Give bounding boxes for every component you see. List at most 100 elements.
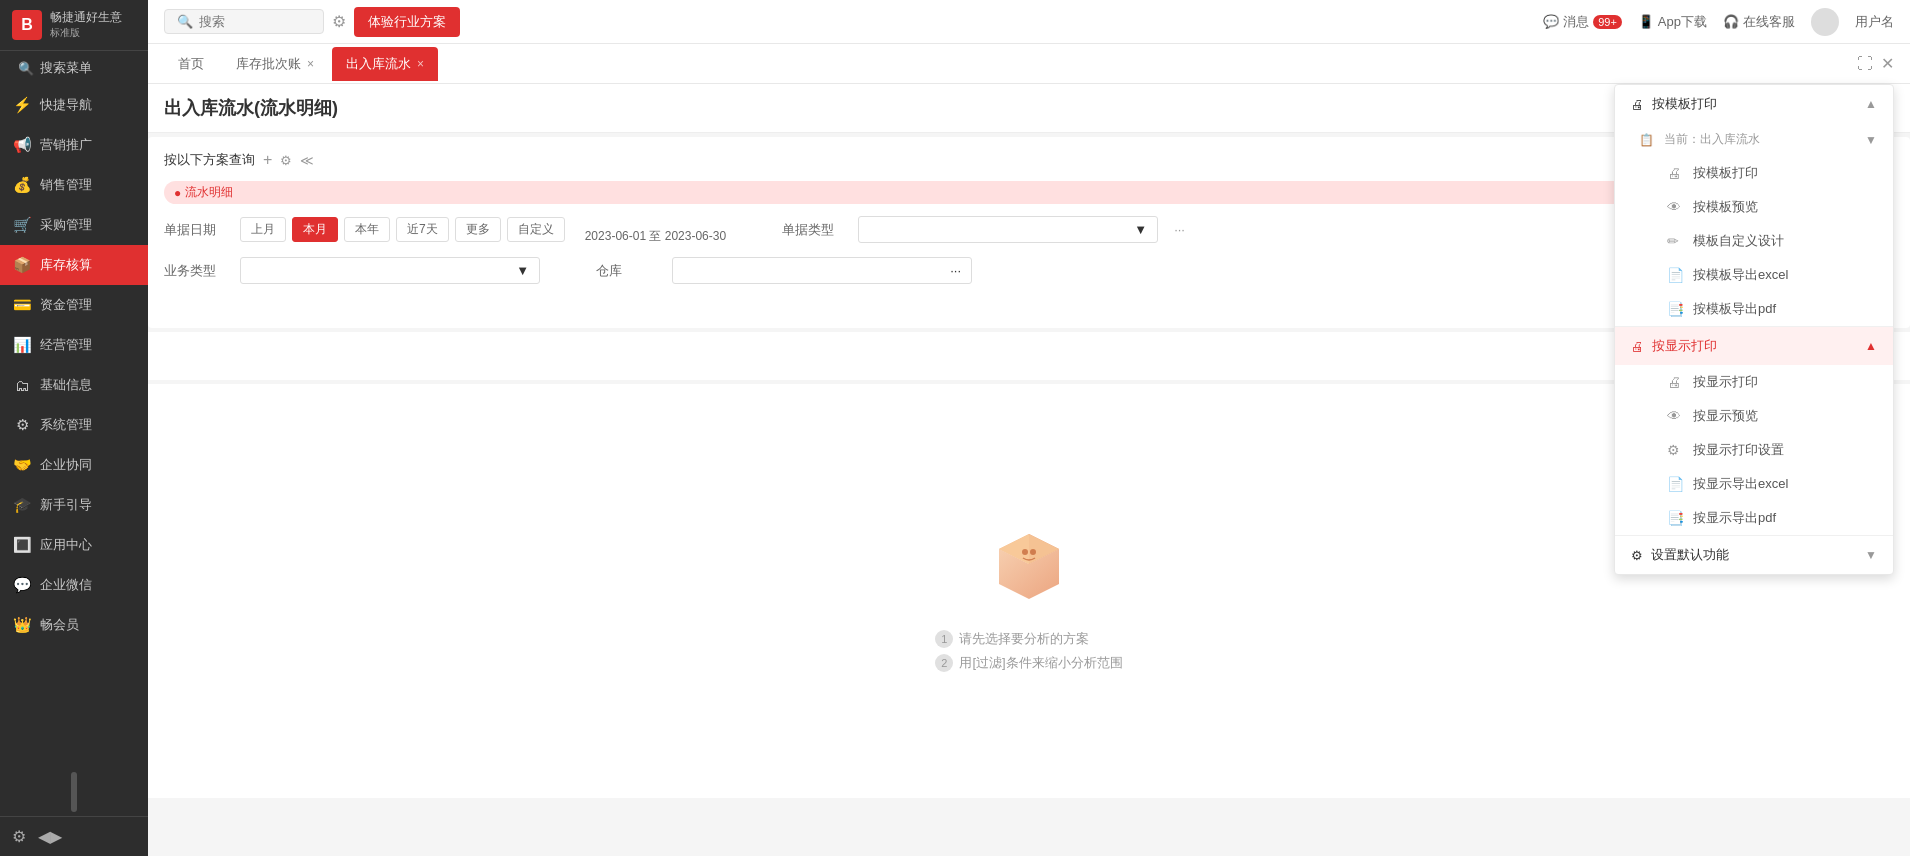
sidebar-item-wechat[interactable]: 💬 企业微信 xyxy=(0,565,148,605)
tab-close-window-icon[interactable]: ✕ xyxy=(1881,54,1894,73)
tab-batch[interactable]: 库存批次账 × xyxy=(222,47,328,81)
warehouse-label: 仓库 xyxy=(596,262,656,280)
sidebar-item-operations[interactable]: 📊 经营管理 xyxy=(0,325,148,365)
tab-home[interactable]: 首页 xyxy=(164,47,218,81)
step-2-num: 2 xyxy=(935,654,953,672)
display-export-excel-item[interactable]: 📄 按显示导出excel xyxy=(1615,467,1893,501)
template-print-label: 按模板打印 xyxy=(1693,164,1758,182)
sidebar-item-system[interactable]: ⚙ 系统管理 xyxy=(0,405,148,445)
sidebar-item-basic[interactable]: 🗂 基础信息 xyxy=(0,365,148,405)
tab-close-batch[interactable]: × xyxy=(307,57,314,71)
sidebar-search[interactable]: 🔍 搜索菜单 xyxy=(0,51,148,85)
default-settings-title: 设置默认功能 xyxy=(1651,546,1729,564)
sidebar-item-purchase[interactable]: 🛒 采购管理 xyxy=(0,205,148,245)
display-preview-item[interactable]: 👁 按显示预览 xyxy=(1615,399,1893,433)
date-range-display: 2023-06-01 至 2023-06-30 xyxy=(585,214,726,245)
topbar-right: 💬 消息 99+ 📱 App下载 🎧 在线客服 用户名 xyxy=(1543,8,1894,36)
template-export-excel-item[interactable]: 📄 按模板导出excel xyxy=(1615,258,1893,292)
display-print-settings-item[interactable]: ⚙ 按显示打印设置 xyxy=(1615,433,1893,467)
collab-icon: 🤝 xyxy=(12,455,32,475)
search-input[interactable] xyxy=(199,14,299,29)
biz-type-select[interactable]: ▼ xyxy=(240,257,540,284)
sidebar-item-guide[interactable]: 🎓 新手引导 xyxy=(0,485,148,525)
sidebar-item-label: 应用中心 xyxy=(40,536,92,554)
warehouse-select[interactable]: ··· xyxy=(672,257,972,284)
collapse-icon[interactable]: ◀▶ xyxy=(38,827,62,846)
sidebar-item-marketing[interactable]: 📢 营销推广 xyxy=(0,125,148,165)
filter-add-icon[interactable]: + xyxy=(263,151,272,169)
wechat-icon: 💬 xyxy=(12,575,32,595)
current-template-item[interactable]: 📋 当前：出入库流水 ▼ xyxy=(1615,123,1893,156)
sidebar-item-label: 资金管理 xyxy=(40,296,92,314)
sidebar-item-sales[interactable]: 💰 销售管理 xyxy=(0,165,148,205)
sidebar-item-finance[interactable]: 💳 资金管理 xyxy=(0,285,148,325)
sidebar-item-member[interactable]: 👑 畅会员 xyxy=(0,605,148,645)
settings-icon[interactable]: ⚙ xyxy=(12,827,26,846)
default-settings-section: ⚙ 设置默认功能 ▼ xyxy=(1615,536,1893,574)
app-center-icon: 🔳 xyxy=(12,535,32,555)
topbar-left: 🔍 ⚙ 体验行业方案 xyxy=(164,7,460,37)
phone-icon: 📱 xyxy=(1638,14,1654,29)
display-preview-label: 按显示预览 xyxy=(1693,407,1758,425)
date-btn-custom[interactable]: 自定义 xyxy=(507,217,565,242)
settings-icon: ⚙ xyxy=(1631,548,1643,563)
preview-icon: 👁 xyxy=(1667,408,1683,424)
display-print-label: 按显示打印 xyxy=(1693,373,1758,391)
date-btn-last-7[interactable]: 近7天 xyxy=(396,217,449,242)
doc-type-select[interactable]: ▼ xyxy=(858,216,1158,243)
template-preview-item[interactable]: 👁 按模板预览 xyxy=(1615,190,1893,224)
sidebar-item-label: 营销推广 xyxy=(40,136,92,154)
filter-tag-icon: ● xyxy=(174,186,181,200)
user-name: 用户名 xyxy=(1855,13,1894,31)
template-print-item[interactable]: 🖨 按模板打印 xyxy=(1615,156,1893,190)
template-custom-item[interactable]: ✏ 模板自定义设计 xyxy=(1615,224,1893,258)
date-btn-current-year[interactable]: 本年 xyxy=(344,217,390,242)
sidebar-item-app-center[interactable]: 🔳 应用中心 xyxy=(0,525,148,565)
display-print-item[interactable]: 🖨 按显示打印 xyxy=(1615,365,1893,399)
topbar-search-box[interactable]: 🔍 xyxy=(164,9,324,34)
sidebar-item-collab[interactable]: 🤝 企业协同 xyxy=(0,445,148,485)
template-preview-label: 按模板预览 xyxy=(1693,198,1758,216)
tab-close-flow[interactable]: × xyxy=(417,57,424,71)
display-export-pdf-item[interactable]: 📑 按显示导出pdf xyxy=(1615,501,1893,535)
message-btn[interactable]: 💬 消息 99+ xyxy=(1543,13,1622,31)
operations-icon: 📊 xyxy=(12,335,32,355)
chevron-up-icon: ▲ xyxy=(1865,97,1877,111)
tab-label: 出入库流水 xyxy=(346,55,411,73)
date-btn-more[interactable]: 更多 xyxy=(455,217,501,242)
online-service-btn[interactable]: 🎧 在线客服 xyxy=(1723,13,1795,31)
default-settings-header[interactable]: ⚙ 设置默认功能 ▼ xyxy=(1615,536,1893,574)
filter-collapse-left-icon[interactable]: ≪ xyxy=(300,153,314,168)
filter-settings-icon[interactable]: ⚙ xyxy=(280,153,292,168)
sidebar-bottom: ⚙ ◀▶ xyxy=(0,816,148,856)
date-btn-current-month[interactable]: 本月 xyxy=(292,217,338,242)
chevron-down-icon: ▼ xyxy=(516,263,529,278)
pdf-icon: 📑 xyxy=(1667,301,1683,317)
sidebar-item-label: 基础信息 xyxy=(40,376,92,394)
logo-icon: B xyxy=(12,10,42,40)
app-name: 畅捷通好生意 xyxy=(50,10,122,26)
basic-icon: 🗂 xyxy=(12,375,32,395)
tab-flow[interactable]: 出入库流水 × xyxy=(332,47,438,81)
empty-steps-list: 1 请先选择要分析的方案 2 用[过滤]条件来缩小分析范围 xyxy=(935,624,1122,678)
printer-icon: 🖨 xyxy=(1631,97,1644,112)
industry-btn[interactable]: 体验行业方案 xyxy=(354,7,460,37)
tab-maximize-icon[interactable]: ⛶ xyxy=(1857,55,1873,73)
sidebar-item-inventory[interactable]: 📦 库存核算 xyxy=(0,245,148,285)
template-export-pdf-item[interactable]: 📑 按模板导出pdf xyxy=(1615,292,1893,326)
date-btn-last-month[interactable]: 上月 xyxy=(240,217,286,242)
display-print-section-header[interactable]: 🖨 按显示打印 ▲ xyxy=(1615,327,1893,365)
sidebar-item-quick-nav[interactable]: ⚡ 快捷导航 xyxy=(0,85,148,125)
excel-icon: 📄 xyxy=(1667,267,1683,283)
user-avatar[interactable] xyxy=(1811,8,1839,36)
doc-type-label: 单据类型 xyxy=(782,221,842,239)
app-download-btn[interactable]: 📱 App下载 xyxy=(1638,13,1707,31)
tab-label: 首页 xyxy=(178,55,204,73)
topbar: 🔍 ⚙ 体验行业方案 💬 消息 99+ 📱 App下载 🎧 在线客服 用户名 xyxy=(148,0,1910,44)
template-print-section-header[interactable]: 🖨 按模板打印 ▲ xyxy=(1615,85,1893,123)
tab-label: 库存批次账 xyxy=(236,55,301,73)
gear-icon[interactable]: ⚙ xyxy=(332,12,346,31)
tab-bar: 首页 库存批次账 × 出入库流水 × ⛶ ✕ xyxy=(148,44,1910,84)
printer-icon: 🖨 xyxy=(1667,374,1683,390)
doc-type-more-icon[interactable]: ··· xyxy=(1174,222,1185,237)
